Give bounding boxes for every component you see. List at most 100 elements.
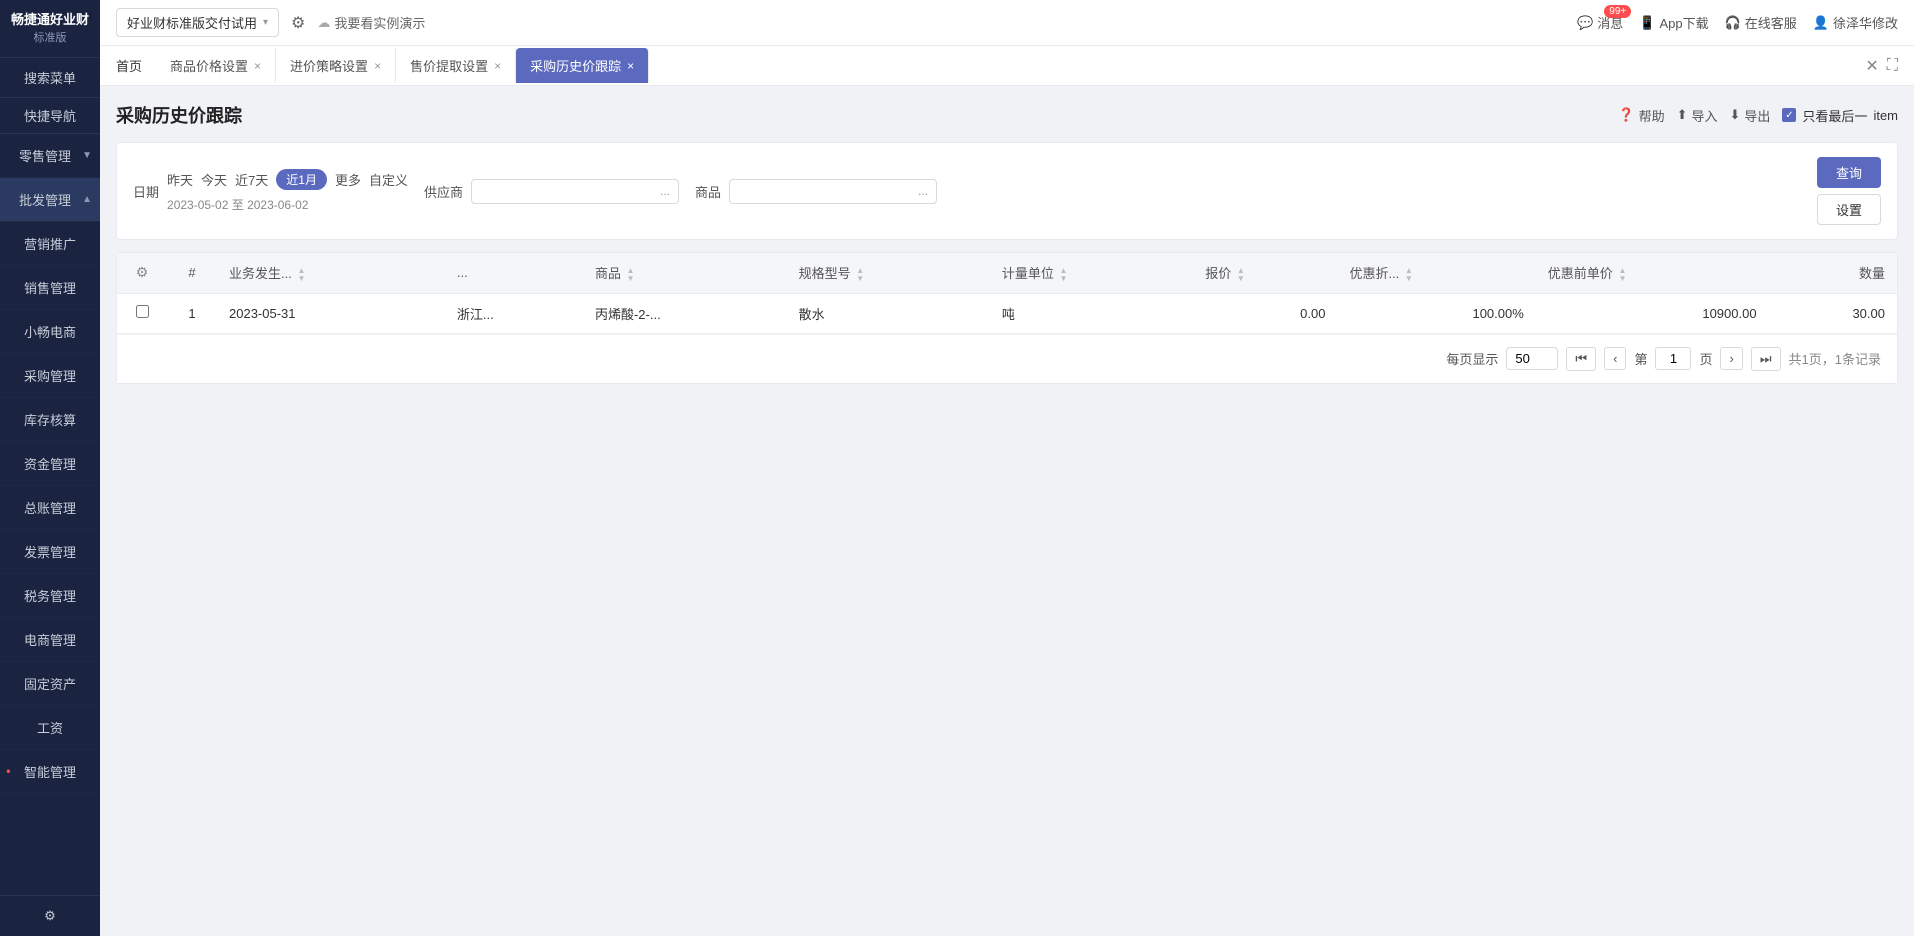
tab-purchase-history[interactable]: 采购历史价跟踪 × <box>516 48 649 83</box>
import-button[interactable]: ⬆ 导入 <box>1677 106 1718 125</box>
setting-button[interactable]: 设置 <box>1817 194 1881 225</box>
app-title: 畅捷通好业财 <box>8 12 92 29</box>
th-date[interactable]: 业务发生... ▲▼ <box>217 253 445 293</box>
version-selector[interactable]: 好业财标准版交付试用 ▾ <box>116 8 279 37</box>
cell-num: 1 <box>167 293 217 333</box>
filter-row: 日期 昨天 今天 近7天 近1月 更多 自定义 2023-05-02 至 202… <box>133 157 1881 225</box>
supplier-input-wrap[interactable]: ... <box>471 179 679 204</box>
th-price[interactable]: 报价 ▲▼ <box>1193 253 1337 293</box>
close-tab-icon[interactable]: ✕ <box>1865 56 1878 76</box>
app-download-button[interactable]: 📱 App下载 <box>1639 13 1708 32</box>
filter-bar: 日期 昨天 今天 近7天 近1月 更多 自定义 2023-05-02 至 202… <box>116 142 1898 240</box>
sidebar-item-ecom-small[interactable]: 小畅电商 <box>0 310 100 354</box>
first-page-button[interactable]: ⏮ <box>1566 347 1596 371</box>
date-opt-today[interactable]: 今天 <box>201 170 227 189</box>
product-input-wrap[interactable]: ... <box>729 179 937 204</box>
message-icon: 💬 <box>1577 15 1593 31</box>
sidebar-item-tax[interactable]: 税务管理 <box>0 574 100 618</box>
date-opt-7days[interactable]: 近7天 <box>235 170 268 189</box>
table-body: 1 2023-05-31 浙江... 丙烯酸-2-... 散水 吨 0.00 1… <box>117 293 1897 333</box>
supplier-input[interactable] <box>480 184 656 199</box>
sidebar-item-wholesale[interactable]: 批发管理 ▲ <box>0 178 100 222</box>
date-opt-more[interactable]: 更多 <box>335 170 361 189</box>
sidebar-item-quicknav[interactable]: 快捷导航 <box>0 98 100 134</box>
tab-strategy[interactable]: 进价策略设置 × <box>276 48 396 83</box>
page-size-select[interactable]: 50 10 20 100 <box>1506 347 1558 370</box>
sidebar-item-salary[interactable]: 工资 <box>0 706 100 750</box>
selector-chevron-icon: ▾ <box>263 17 268 28</box>
maximize-icon[interactable]: ⛶ <box>1887 57 1898 75</box>
cell-price: 0.00 <box>1193 293 1337 333</box>
service-label: 在线客服 <box>1745 13 1797 32</box>
sidebar-item-finance[interactable]: 资金管理 <box>0 442 100 486</box>
tab-sale[interactable]: 售价提取设置 × <box>396 48 516 83</box>
demo-button[interactable]: ☁ 我要看实例演示 <box>317 13 425 32</box>
cell-date: 2023-05-31 <box>217 293 445 333</box>
product-more-btn[interactable]: ... <box>918 184 928 198</box>
sidebar-item-general-ledger[interactable]: 总账管理 <box>0 486 100 530</box>
supplier-filter-label: 供应商 <box>424 182 463 201</box>
import-icon: ⬆ <box>1677 107 1688 123</box>
message-button[interactable]: 💬 消息 99+ <box>1577 13 1623 32</box>
product-input[interactable] <box>738 184 914 199</box>
sort-discount-icon: ▲▼ <box>1405 267 1413 283</box>
sidebar-item-invoice[interactable]: 发票管理 <box>0 530 100 574</box>
sidebar-item-ecom[interactable]: 电商管理 <box>0 618 100 662</box>
th-unit[interactable]: 计量单位 ▲▼ <box>990 253 1193 293</box>
only-last-checkbox[interactable]: ✓ <box>1782 108 1796 122</box>
th-undiscount[interactable]: 优惠前单价 ▲▼ <box>1536 253 1769 293</box>
th-discount[interactable]: 优惠折... ▲▼ <box>1337 253 1535 293</box>
help-button[interactable]: ❓ 帮助 <box>1618 106 1664 125</box>
chevron-down-icon: ▼ <box>82 150 92 161</box>
date-options-wrap: 昨天 今天 近7天 近1月 更多 自定义 2023-05-02 至 2023-0… <box>167 169 408 213</box>
date-range-display: 2023-05-02 至 2023-06-02 <box>167 196 408 213</box>
query-button[interactable]: 查询 <box>1817 157 1881 188</box>
page-number-input[interactable] <box>1655 347 1691 370</box>
sidebar-item-search[interactable]: 搜索菜单 <box>0 58 100 98</box>
page-actions: ❓ 帮助 ⬆ 导入 ⬇ 导出 ✓ 只看最后一 item <box>1618 106 1898 125</box>
tab-sale-close[interactable]: × <box>494 59 501 73</box>
online-service-button[interactable]: 🎧 在线客服 <box>1725 13 1797 32</box>
date-opt-custom[interactable]: 自定义 <box>369 170 408 189</box>
user-profile-button[interactable]: 👤 徐泽华修改 <box>1813 13 1898 32</box>
sidebar-item-smart[interactable]: 智能管理 <box>0 750 100 794</box>
page-header: 采购历史价跟踪 ❓ 帮助 ⬆ 导入 ⬇ 导出 ✓ 只看最后一 item <box>116 102 1898 128</box>
tab-home[interactable]: 首页 <box>116 48 156 83</box>
cell-supplier: 浙江... <box>445 293 583 333</box>
th-spec[interactable]: 规格型号 ▲▼ <box>787 253 990 293</box>
sidebar-settings-gear[interactable]: ⚙ <box>0 895 100 936</box>
supplier-more-btn[interactable]: ... <box>660 184 670 198</box>
table-settings-gear-icon[interactable]: ⚙ <box>136 264 149 280</box>
sidebar-item-marketing[interactable]: 营销推广 <box>0 222 100 266</box>
th-qty[interactable]: 数量 <box>1769 253 1897 293</box>
th-product[interactable]: 商品 ▲▼ <box>583 253 787 293</box>
sidebar-item-inventory[interactable]: 库存核算 <box>0 398 100 442</box>
next-page-button[interactable]: › <box>1720 347 1742 370</box>
th-gear[interactable]: ⚙ <box>117 253 167 293</box>
only-last-toggle[interactable]: ✓ 只看最后一 item <box>1782 106 1898 125</box>
prev-page-button[interactable]: ‹ <box>1604 347 1626 370</box>
sidebar-item-purchase[interactable]: 采购管理 <box>0 354 100 398</box>
last-page-button[interactable]: ⏭ <box>1751 347 1781 371</box>
sort-undiscount-icon: ▲▼ <box>1618 267 1626 283</box>
tab-bar: 首页 商品价格设置 × 进价策略设置 × 售价提取设置 × 采购历史价跟踪 × … <box>100 46 1914 86</box>
sidebar-item-fixed-assets[interactable]: 固定资产 <box>0 662 100 706</box>
th-more[interactable]: ... <box>445 253 583 293</box>
row-checkbox[interactable] <box>136 305 149 318</box>
cell-undiscount-price: 10900.00 <box>1536 293 1769 333</box>
sidebar-item-sales[interactable]: 销售管理 <box>0 266 100 310</box>
date-opt-1month[interactable]: 近1月 <box>276 169 327 190</box>
export-button[interactable]: ⬇ 导出 <box>1730 106 1771 125</box>
sidebar: 畅捷通好业财 标准版 搜索菜单 快捷导航 零售管理 ▼ 批发管理 ▲ 营销推广 … <box>0 0 100 936</box>
tab-purchase-history-close[interactable]: × <box>627 59 634 73</box>
tab-price-close[interactable]: × <box>254 59 261 73</box>
cell-product: 丙烯酸-2-... <box>583 293 787 333</box>
main-area: 好业财标准版交付试用 ▾ ⚙ ☁ 我要看实例演示 💬 消息 99+ 📱 App下… <box>100 0 1914 936</box>
sidebar-item-retail[interactable]: 零售管理 ▼ <box>0 134 100 178</box>
tab-strategy-close[interactable]: × <box>374 59 381 73</box>
settings-gear-icon[interactable]: ⚙ <box>291 13 305 33</box>
import-label: 导入 <box>1691 106 1717 125</box>
tab-price[interactable]: 商品价格设置 × <box>156 48 276 83</box>
date-opt-yesterday[interactable]: 昨天 <box>167 170 193 189</box>
cell-checkbox[interactable] <box>117 293 167 333</box>
